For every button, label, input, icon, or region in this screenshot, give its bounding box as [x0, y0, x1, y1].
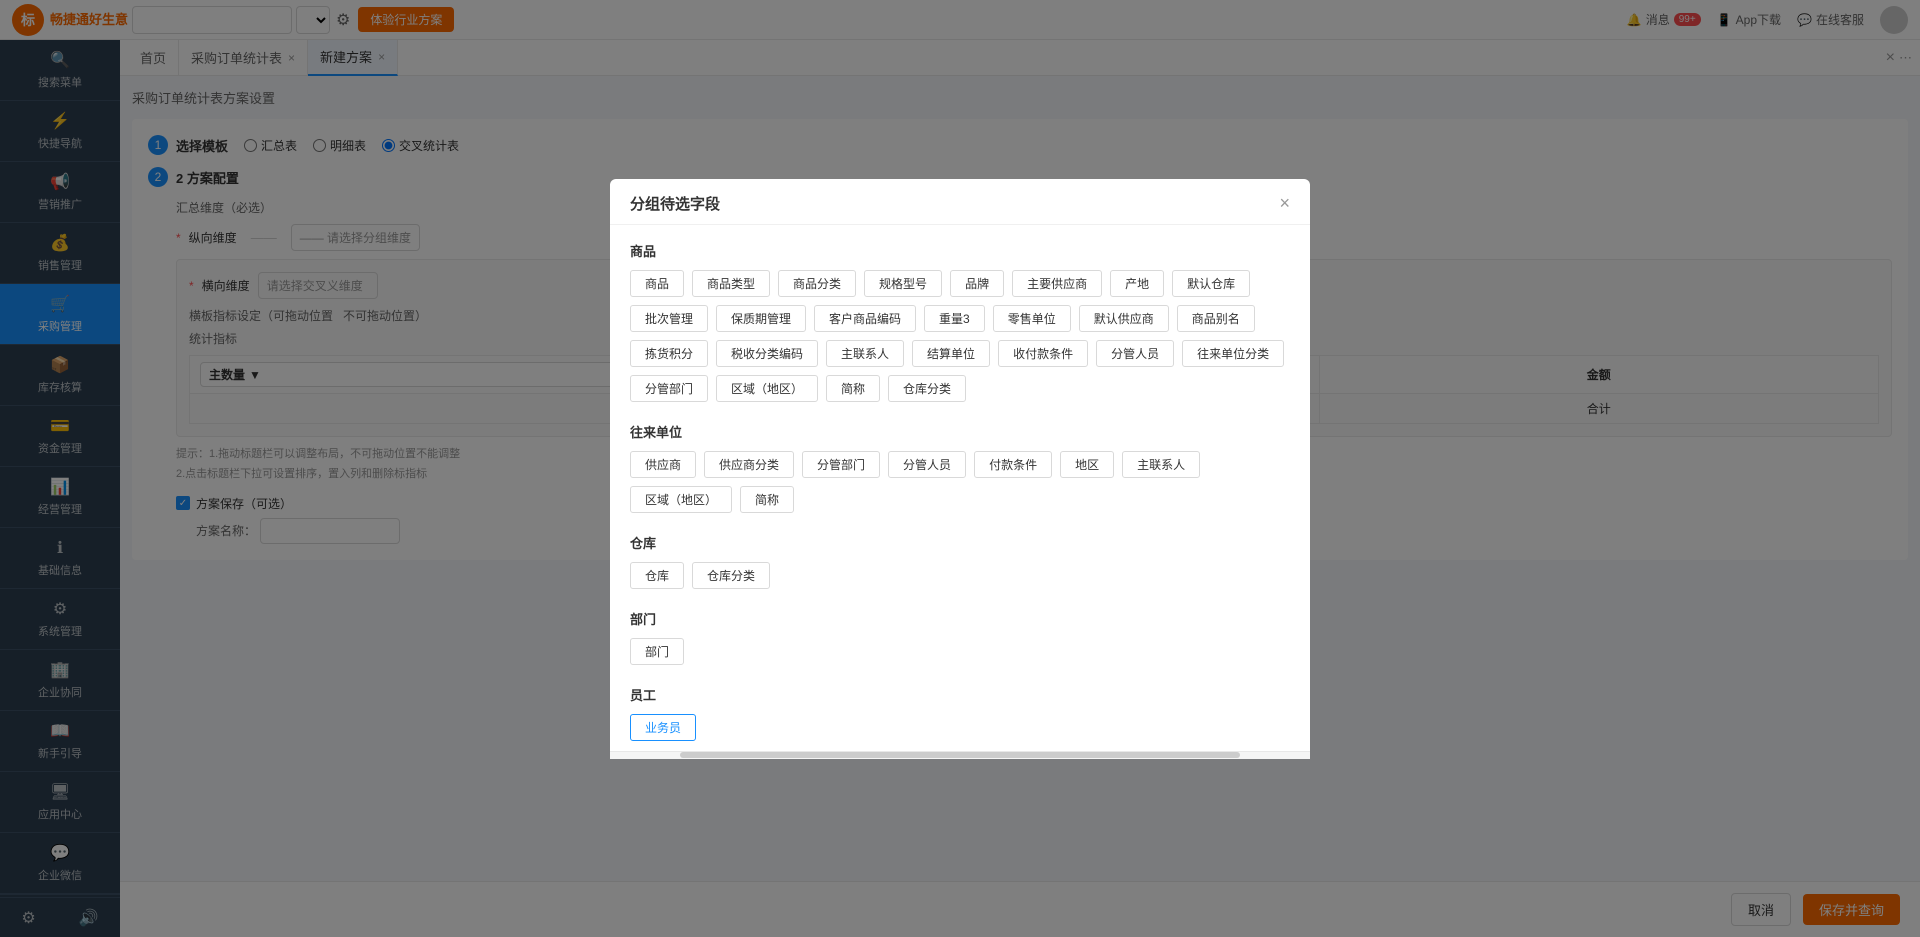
- partner-group-title: 往来单位: [630, 422, 1290, 441]
- field-tag-retail-unit[interactable]: 零售单位: [993, 305, 1071, 332]
- modal: 分组待选字段 × 商品 商品 商品类型 商品分类 规格型号 品牌 主要供应商 产…: [610, 179, 1310, 759]
- field-tag-pick-score[interactable]: 拣货积分: [630, 340, 708, 367]
- dept-group-title: 部门: [630, 609, 1290, 628]
- dept-field-tags: 部门: [630, 638, 1290, 665]
- field-group-warehouse: 仓库 仓库 仓库分类: [630, 533, 1290, 589]
- employee-group-title: 员工: [630, 685, 1290, 704]
- field-tag-settlement-unit[interactable]: 结算单位: [912, 340, 990, 367]
- field-tag-manage-person[interactable]: 分管人员: [888, 451, 966, 478]
- field-tag-goods[interactable]: 商品: [630, 270, 684, 297]
- field-tag-default-warehouse[interactable]: 默认仓库: [1172, 270, 1250, 297]
- field-tag-customer-code[interactable]: 客户商品编码: [814, 305, 916, 332]
- field-tag-main-contact[interactable]: 主联系人: [826, 340, 904, 367]
- field-tag-origin[interactable]: 产地: [1110, 270, 1164, 297]
- field-tag-dept[interactable]: 分管部门: [630, 375, 708, 402]
- field-tag-region[interactable]: 区域（地区）: [716, 375, 818, 402]
- modal-hscrollbar[interactable]: [610, 751, 1310, 759]
- field-tag-goods-category[interactable]: 商品分类: [778, 270, 856, 297]
- field-tag-warehouse-name[interactable]: 仓库: [630, 562, 684, 589]
- modal-close-button[interactable]: ×: [1279, 193, 1290, 214]
- goods-field-tags: 商品 商品类型 商品分类 规格型号 品牌 主要供应商 产地 默认仓库 批次管理 …: [630, 270, 1290, 402]
- modal-overlay: 分组待选字段 × 商品 商品 商品类型 商品分类 规格型号 品牌 主要供应商 产…: [0, 0, 1920, 937]
- goods-group-title: 商品: [630, 241, 1290, 260]
- field-tag-supplier-category[interactable]: 供应商分类: [704, 451, 794, 478]
- field-tag-department[interactable]: 部门: [630, 638, 684, 665]
- field-tag-batch[interactable]: 批次管理: [630, 305, 708, 332]
- modal-header: 分组待选字段 ×: [610, 179, 1310, 225]
- field-tag-area[interactable]: 地区: [1060, 451, 1114, 478]
- field-tag-contact[interactable]: 主联系人: [1122, 451, 1200, 478]
- hscroll-thumb: [680, 752, 1240, 758]
- warehouse-field-tags: 仓库 仓库分类: [630, 562, 1290, 589]
- field-tag-manage-dept[interactable]: 分管部门: [802, 451, 880, 478]
- field-group-goods: 商品 商品 商品类型 商品分类 规格型号 品牌 主要供应商 产地 默认仓库 批次…: [630, 241, 1290, 402]
- field-tag-pay-terms[interactable]: 付款条件: [974, 451, 1052, 478]
- field-tag-payment-terms[interactable]: 收付款条件: [998, 340, 1088, 367]
- field-tag-abbr[interactable]: 简称: [740, 486, 794, 513]
- field-tag-weight[interactable]: 重量3: [924, 305, 985, 332]
- field-tag-brand[interactable]: 品牌: [950, 270, 1004, 297]
- field-tag-partner-category[interactable]: 往来单位分类: [1182, 340, 1284, 367]
- field-tag-alias[interactable]: 商品别名: [1177, 305, 1255, 332]
- modal-title: 分组待选字段: [630, 193, 720, 214]
- partner-field-tags: 供应商 供应商分类 分管部门 分管人员 付款条件 地区 主联系人 区域（地区） …: [630, 451, 1290, 513]
- field-tag-main-supplier[interactable]: 主要供应商: [1012, 270, 1102, 297]
- field-group-department: 部门 部门: [630, 609, 1290, 665]
- field-tag-shelf-life[interactable]: 保质期管理: [716, 305, 806, 332]
- field-tag-default-supplier[interactable]: 默认供应商: [1079, 305, 1169, 332]
- field-tag-warehouse-category[interactable]: 仓库分类: [888, 375, 966, 402]
- field-tag-supplier[interactable]: 供应商: [630, 451, 696, 478]
- field-tag-spec-model[interactable]: 规格型号: [864, 270, 942, 297]
- field-group-employee: 员工 业务员: [630, 685, 1290, 741]
- field-group-partner: 往来单位 供应商 供应商分类 分管部门 分管人员 付款条件 地区 主联系人 区域…: [630, 422, 1290, 513]
- field-tag-region2[interactable]: 区域（地区）: [630, 486, 732, 513]
- warehouse-group-title: 仓库: [630, 533, 1290, 552]
- field-tag-supervisor[interactable]: 分管人员: [1096, 340, 1174, 367]
- employee-field-tags: 业务员: [630, 714, 1290, 741]
- field-tag-goods-type[interactable]: 商品类型: [692, 270, 770, 297]
- modal-body: 商品 商品 商品类型 商品分类 规格型号 品牌 主要供应商 产地 默认仓库 批次…: [610, 225, 1310, 751]
- field-tag-short-name[interactable]: 简称: [826, 375, 880, 402]
- field-tag-warehouse-cat[interactable]: 仓库分类: [692, 562, 770, 589]
- field-tag-salesperson[interactable]: 业务员: [630, 714, 696, 741]
- field-tag-tax-code[interactable]: 税收分类编码: [716, 340, 818, 367]
